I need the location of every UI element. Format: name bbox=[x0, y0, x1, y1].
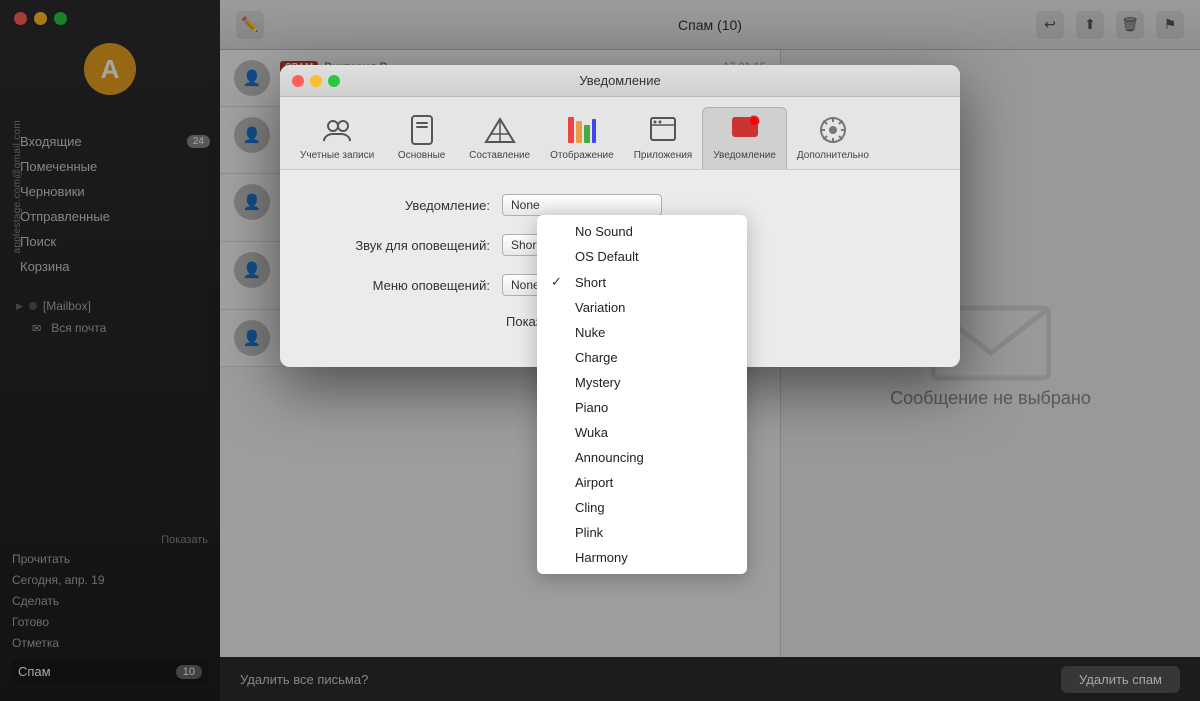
compose-icon bbox=[484, 114, 516, 146]
notification-select-wrapper: None bbox=[502, 194, 662, 216]
dropdown-item-os-default[interactable]: OS Default bbox=[537, 244, 747, 269]
tab-apps[interactable]: Приложения bbox=[624, 108, 703, 169]
notifications-icon bbox=[729, 114, 761, 146]
tab-general[interactable]: Основные bbox=[384, 108, 459, 169]
check-icon: ✓ bbox=[551, 274, 565, 290]
dropdown-label: Wuka bbox=[575, 425, 733, 440]
dropdown-label: OS Default bbox=[575, 249, 733, 264]
prefs-maximize-button[interactable] bbox=[328, 75, 340, 87]
dropdown-label: Harmony bbox=[575, 550, 733, 565]
dropdown-item-cling[interactable]: Cling bbox=[537, 495, 747, 520]
prefs-notification-row: Уведомление: None bbox=[310, 194, 930, 216]
notification-select[interactable]: None bbox=[502, 194, 662, 216]
tab-notifications-label: Уведомление bbox=[713, 150, 776, 161]
prefs-traffic-lights bbox=[292, 75, 340, 87]
dropdown-item-no-sound[interactable]: No Sound bbox=[537, 219, 747, 244]
dropdown-label: Variation bbox=[575, 300, 733, 315]
dropdown-label: Charge bbox=[575, 350, 733, 365]
notification-control: None bbox=[502, 194, 662, 216]
prefs-tabs: Учетные записи Основные Составление bbox=[280, 97, 960, 170]
tab-accounts-label: Учетные записи bbox=[300, 150, 374, 161]
dropdown-item-mystery[interactable]: Mystery bbox=[537, 370, 747, 395]
tab-accounts[interactable]: Учетные записи bbox=[290, 108, 384, 169]
dropdown-label: Announcing bbox=[575, 450, 733, 465]
dropdown-item-airport[interactable]: Airport bbox=[537, 470, 747, 495]
tab-display[interactable]: Отображение bbox=[540, 108, 624, 169]
dropdown-item-charge[interactable]: Charge bbox=[537, 345, 747, 370]
dropdown-item-harmony[interactable]: Harmony bbox=[537, 545, 747, 570]
dropdown-label: Mystery bbox=[575, 375, 733, 390]
dropdown-label: No Sound bbox=[575, 224, 733, 239]
dropdown-label: Airport bbox=[575, 475, 733, 490]
tab-advanced[interactable]: Дополнительно bbox=[787, 108, 879, 169]
tab-advanced-label: Дополнительно bbox=[797, 150, 869, 161]
sound-dropdown-menu[interactable]: No Sound OS Default ✓ Short Variation Nu… bbox=[537, 215, 747, 574]
prefs-minimize-button[interactable] bbox=[310, 75, 322, 87]
general-icon bbox=[406, 114, 438, 146]
dropdown-label: Plink bbox=[575, 525, 733, 540]
apps-icon bbox=[647, 114, 679, 146]
tab-apps-label: Приложения bbox=[634, 150, 693, 161]
tab-general-label: Основные bbox=[398, 150, 445, 161]
tab-notifications[interactable]: Уведомление bbox=[702, 107, 787, 169]
prefs-title: Уведомление bbox=[579, 73, 660, 88]
tab-display-label: Отображение bbox=[550, 150, 614, 161]
dropdown-label: Short bbox=[575, 275, 733, 290]
dropdown-label: Piano bbox=[575, 400, 733, 415]
menu-label: Меню оповещений: bbox=[310, 278, 490, 293]
notification-label: Уведомление: bbox=[310, 198, 490, 213]
dropdown-item-piano[interactable]: Piano bbox=[537, 395, 747, 420]
dropdown-label: Cling bbox=[575, 500, 733, 515]
tab-compose[interactable]: Составление bbox=[459, 108, 540, 169]
dropdown-item-short[interactable]: ✓ Short bbox=[537, 269, 747, 295]
dropdown-item-wuka[interactable]: Wuka bbox=[537, 420, 747, 445]
dropdown-item-announcing[interactable]: Announcing bbox=[537, 445, 747, 470]
sound-label: Звук для оповещений: bbox=[310, 238, 490, 253]
tab-compose-label: Составление bbox=[469, 150, 530, 161]
accounts-icon bbox=[321, 114, 353, 146]
prefs-close-button[interactable] bbox=[292, 75, 304, 87]
advanced-icon bbox=[817, 114, 849, 146]
prefs-titlebar: Уведомление bbox=[280, 65, 960, 97]
dropdown-item-plink[interactable]: Plink bbox=[537, 520, 747, 545]
dropdown-item-variation[interactable]: Variation bbox=[537, 295, 747, 320]
display-icon bbox=[566, 114, 598, 146]
dropdown-label: Nuke bbox=[575, 325, 733, 340]
dropdown-item-nuke[interactable]: Nuke bbox=[537, 320, 747, 345]
